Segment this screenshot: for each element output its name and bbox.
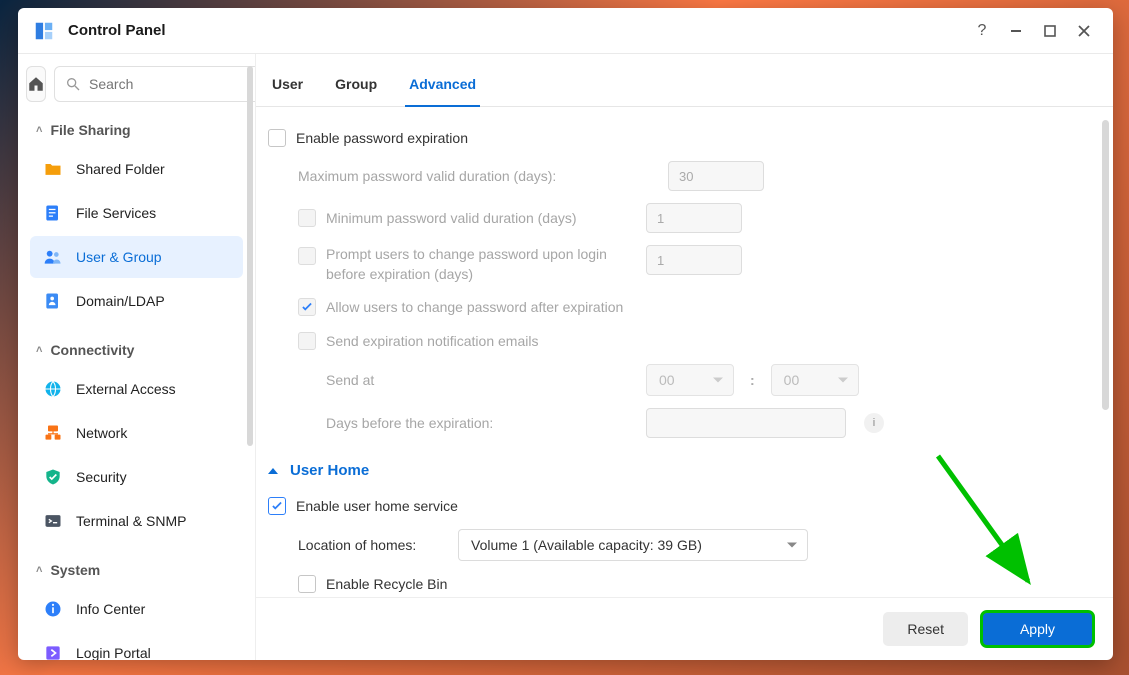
footer: Reset Apply [256,597,1113,660]
network-icon [42,422,64,444]
users-icon [42,246,64,268]
location-label: Location of homes: [298,537,448,553]
enable-recycle-label: Enable Recycle Bin [326,576,447,592]
search-input[interactable] [89,76,256,92]
maximize-button[interactable] [1033,14,1067,48]
chevron-down-icon [787,543,797,548]
min-duration-input [646,203,742,233]
sidebar-item-external-access[interactable]: External Access [30,368,243,410]
close-button[interactable] [1067,14,1101,48]
chevron-up-icon: ˄ [36,344,42,356]
minimize-button[interactable] [999,14,1033,48]
main-panel: User Group Advanced Enable password expi… [256,54,1113,660]
section-system[interactable]: ˄ System [26,552,247,586]
sidebar-item-label: Info Center [76,601,145,617]
max-duration-input [668,161,764,191]
info-icon[interactable]: i [864,413,884,433]
user-home-group[interactable]: User Home [268,444,1093,489]
titlebar: Control Panel ? [18,8,1113,54]
sidebar-item-label: Login Portal [76,645,151,660]
enable-expiration-checkbox[interactable] [268,129,286,147]
home-icon [27,75,45,93]
prompt-checkbox [298,247,316,265]
allow-change-label: Allow users to change password after exp… [326,299,623,315]
content-area: Enable password expiration Maximum passw… [256,107,1113,597]
section-connectivity[interactable]: ˄ Connectivity [26,332,247,366]
main-scrollbar[interactable] [1102,120,1109,410]
location-select[interactable]: Volume 1 (Available capacity: 39 GB) [458,529,808,561]
sidebar-item-label: External Access [76,381,176,397]
sidebar-item-label: User & Group [76,249,162,265]
days-before-input [646,408,846,438]
allow-change-checkbox [298,298,316,316]
min-duration-checkbox [298,209,316,227]
tab-user[interactable]: User [268,70,307,106]
enable-expiration-label: Enable password expiration [296,130,468,146]
window-title: Control Panel [68,22,166,39]
globe-icon [42,378,64,400]
send-emails-checkbox [298,332,316,350]
send-at-label: Send at [326,372,636,388]
chevron-up-icon: ˄ [36,124,42,136]
section-label: Connectivity [50,342,134,358]
file-icon [42,202,64,224]
app-icon [32,19,56,43]
enable-home-label: Enable user home service [296,498,458,514]
send-hour-select: 00 [646,364,734,396]
max-duration-label: Maximum password valid duration (days): [298,168,658,184]
sidebar-item-label: Network [76,425,127,441]
apply-button[interactable]: Apply [982,612,1093,646]
tab-group[interactable]: Group [331,70,381,106]
sidebar-item-label: Domain/LDAP [76,293,165,309]
enable-home-checkbox[interactable] [268,497,286,515]
search-icon [65,76,81,92]
sidebar-item-security[interactable]: Security [30,456,243,498]
section-title: User Home [290,462,369,479]
control-panel-window: Control Panel ? ˄ File Sharing [18,8,1113,660]
terminal-icon [42,510,64,532]
tabs: User Group Advanced [256,54,1113,107]
book-icon [42,290,64,312]
sidebar-item-user-group[interactable]: User & Group [30,236,243,278]
folder-icon [42,158,64,180]
sidebar-item-terminal-snmp[interactable]: Terminal & SNMP [30,500,243,542]
section-label: File Sharing [50,122,130,138]
shield-icon [42,466,64,488]
sidebar-item-file-services[interactable]: File Services [30,192,243,234]
prompt-input [646,245,742,275]
tab-advanced[interactable]: Advanced [405,70,480,106]
sidebar-item-domain-ldap[interactable]: Domain/LDAP [30,280,243,322]
help-button[interactable]: ? [965,14,999,48]
sidebar: ˄ File Sharing Shared Folder File Servic… [18,54,256,660]
sidebar-item-label: File Services [76,205,156,221]
home-button[interactable] [26,66,46,102]
search-box[interactable] [54,66,256,102]
prompt-label: Prompt users to change password upon log… [326,245,636,284]
section-label: System [50,562,100,578]
sidebar-item-info-center[interactable]: Info Center [30,588,243,630]
sidebar-item-label: Security [76,469,127,485]
sidebar-item-label: Shared Folder [76,161,165,177]
sidebar-item-shared-folder[interactable]: Shared Folder [30,148,243,190]
chevron-up-icon: ˄ [36,564,42,576]
time-colon: : [744,372,761,388]
sidebar-item-network[interactable]: Network [30,412,243,454]
sidebar-item-login-portal[interactable]: Login Portal [30,632,243,660]
info-icon [42,598,64,620]
min-duration-label: Minimum password valid duration (days) [326,210,636,226]
portal-icon [42,642,64,660]
section-file-sharing[interactable]: ˄ File Sharing [26,112,247,146]
enable-recycle-checkbox[interactable] [298,575,316,593]
sidebar-scrollbar[interactable] [247,66,253,446]
send-min-select: 00 [771,364,859,396]
days-before-label: Days before the expiration: [326,415,636,431]
sidebar-item-label: Terminal & SNMP [76,513,186,529]
send-emails-label: Send expiration notification emails [326,333,538,349]
reset-button[interactable]: Reset [883,612,968,646]
